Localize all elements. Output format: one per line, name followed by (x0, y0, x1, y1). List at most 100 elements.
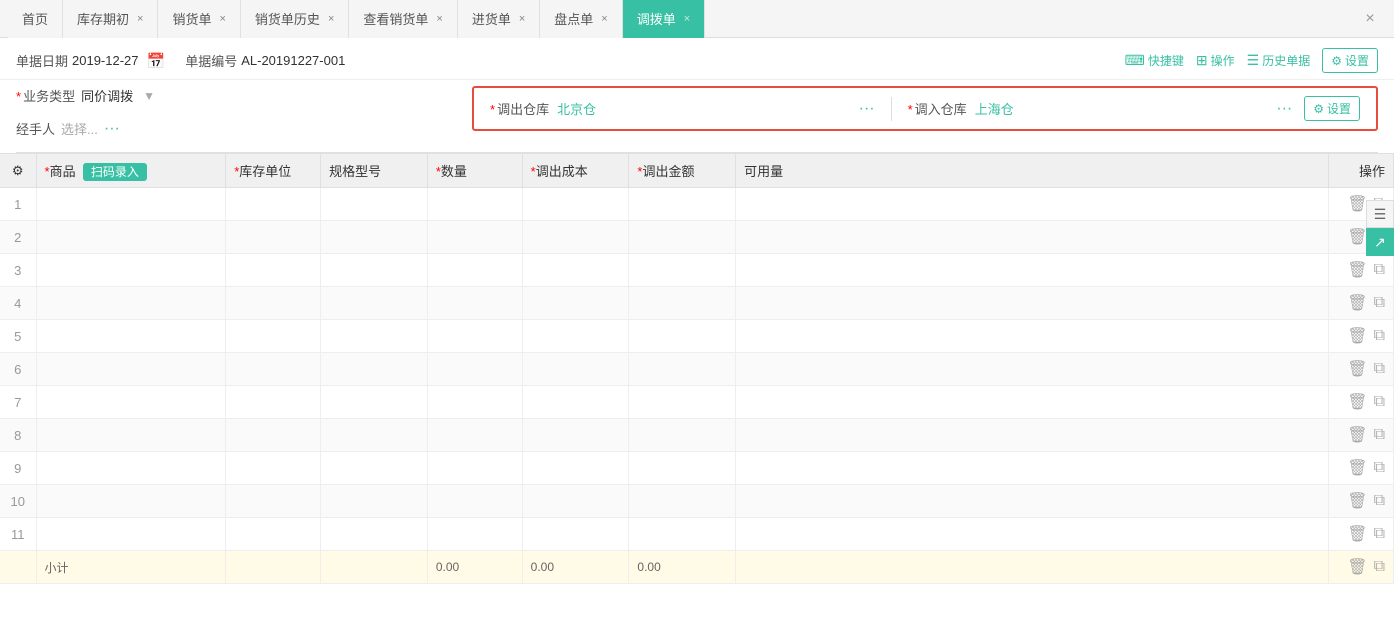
row-product[interactable] (36, 254, 226, 287)
business-type-field[interactable]: 同价调拨 ▼ (81, 86, 361, 105)
row-spec[interactable] (321, 518, 428, 551)
row-copy-icon[interactable]: ⧉ (1374, 525, 1385, 543)
row-spec[interactable] (321, 485, 428, 518)
tab-close-sales-order[interactable]: × (219, 13, 225, 25)
row-amount[interactable] (629, 518, 736, 551)
tab-inventory-open[interactable]: 库存期初 × (63, 0, 158, 38)
row-unit[interactable] (226, 221, 321, 254)
row-cost[interactable] (522, 485, 629, 518)
row-spec[interactable] (321, 320, 428, 353)
row-product[interactable] (36, 452, 226, 485)
row-spec[interactable] (321, 452, 428, 485)
row-unit[interactable] (226, 485, 321, 518)
row-copy-icon[interactable]: ⧉ (1374, 393, 1385, 411)
handler-select[interactable]: 选择... (61, 119, 98, 138)
row-qty[interactable] (427, 452, 522, 485)
subtotal-delete-icon[interactable]: 🗑 (1347, 557, 1367, 577)
tab-sales-history[interactable]: 销货单历史 × (241, 0, 349, 38)
row-delete-icon[interactable]: 🗑 (1347, 458, 1367, 478)
tab-sales-order[interactable]: 销货单 × (158, 0, 240, 38)
row-delete-icon[interactable]: 🗑 (1347, 326, 1367, 346)
row-amount[interactable] (629, 419, 736, 452)
row-qty[interactable] (427, 287, 522, 320)
row-product[interactable] (36, 353, 226, 386)
tab-transfer-order[interactable]: 调拨单 × (623, 0, 705, 38)
row-amount[interactable] (629, 320, 736, 353)
row-unit[interactable] (226, 386, 321, 419)
row-spec[interactable] (321, 386, 428, 419)
row-copy-icon[interactable]: ⧉ (1374, 327, 1385, 345)
row-copy-icon[interactable]: ⧉ (1374, 294, 1385, 312)
row-product[interactable] (36, 221, 226, 254)
business-type-dropdown-icon[interactable]: ▼ (143, 89, 155, 103)
row-qty[interactable] (427, 320, 522, 353)
row-delete-icon[interactable]: 🗑 (1347, 359, 1367, 379)
row-cost[interactable] (522, 287, 629, 320)
calendar-icon[interactable]: 📅 (147, 52, 166, 70)
row-product[interactable] (36, 485, 226, 518)
row-product[interactable] (36, 287, 226, 320)
row-cost[interactable] (522, 518, 629, 551)
row-product[interactable] (36, 419, 226, 452)
tab-home[interactable]: 首页 (8, 0, 63, 38)
tab-inventory-check[interactable]: 盘点单 × (540, 0, 622, 38)
row-amount[interactable] (629, 386, 736, 419)
tab-view-sales[interactable]: 查看销货单 × (349, 0, 457, 38)
row-qty[interactable] (427, 188, 522, 221)
row-unit[interactable] (226, 287, 321, 320)
row-qty[interactable] (427, 254, 522, 287)
row-amount[interactable] (629, 188, 736, 221)
row-unit[interactable] (226, 452, 321, 485)
row-cost[interactable] (522, 353, 629, 386)
row-delete-icon[interactable]: 🗑 (1347, 524, 1367, 544)
warehouse-in-value[interactable]: 上海仓 (975, 99, 1014, 118)
warehouse-out-more-icon[interactable]: ··· (859, 100, 875, 118)
row-unit[interactable] (226, 419, 321, 452)
row-delete-icon[interactable]: 🗑 (1347, 227, 1367, 247)
row-cost[interactable] (522, 419, 629, 452)
row-amount[interactable] (629, 254, 736, 287)
tab-close-purchase-order[interactable]: × (519, 13, 525, 25)
row-product[interactable] (36, 518, 226, 551)
close-all-tabs-button[interactable]: × (1354, 3, 1386, 35)
scan-input-button[interactable]: 扫码录入 (83, 163, 147, 181)
row-cost[interactable] (522, 452, 629, 485)
handler-more-icon[interactable]: ··· (104, 120, 120, 138)
row-delete-icon[interactable]: 🗑 (1347, 194, 1367, 214)
col-settings[interactable]: ⚙ (0, 154, 36, 188)
row-qty[interactable] (427, 518, 522, 551)
row-unit[interactable] (226, 518, 321, 551)
row-qty[interactable] (427, 419, 522, 452)
row-unit[interactable] (226, 320, 321, 353)
float-list-button[interactable]: ☰ (1366, 200, 1394, 228)
row-spec[interactable] (321, 419, 428, 452)
tab-purchase-order[interactable]: 进货单 × (458, 0, 540, 38)
history-button[interactable]: ☰ 历史单据 (1247, 52, 1311, 69)
row-cost[interactable] (522, 254, 629, 287)
row-copy-icon[interactable]: ⧉ (1374, 492, 1385, 510)
tab-close-view-sales[interactable]: × (436, 13, 442, 25)
row-unit[interactable] (226, 254, 321, 287)
doc-date-value[interactable]: 2019-12-27 (72, 53, 139, 68)
row-product[interactable] (36, 188, 226, 221)
tab-close-transfer-order[interactable]: × (684, 13, 690, 25)
row-product[interactable] (36, 320, 226, 353)
tab-close-sales-history[interactable]: × (328, 13, 334, 25)
row-unit[interactable] (226, 188, 321, 221)
row-cost[interactable] (522, 386, 629, 419)
tab-close-inventory-check[interactable]: × (601, 13, 607, 25)
shortcut-button[interactable]: ⌨ 快捷键 (1125, 52, 1184, 69)
row-copy-icon[interactable]: ⧉ (1374, 426, 1385, 444)
row-cost[interactable] (522, 221, 629, 254)
row-delete-icon[interactable]: 🗑 (1347, 392, 1367, 412)
row-product[interactable] (36, 386, 226, 419)
row-qty[interactable] (427, 221, 522, 254)
row-qty[interactable] (427, 485, 522, 518)
row-amount[interactable] (629, 287, 736, 320)
warehouse-in-more-icon[interactable]: ··· (1276, 100, 1292, 118)
row-spec[interactable] (321, 221, 428, 254)
row-unit[interactable] (226, 353, 321, 386)
row-delete-icon[interactable]: 🗑 (1347, 293, 1367, 313)
row-spec[interactable] (321, 254, 428, 287)
row-copy-icon[interactable]: ⧉ (1374, 261, 1385, 279)
